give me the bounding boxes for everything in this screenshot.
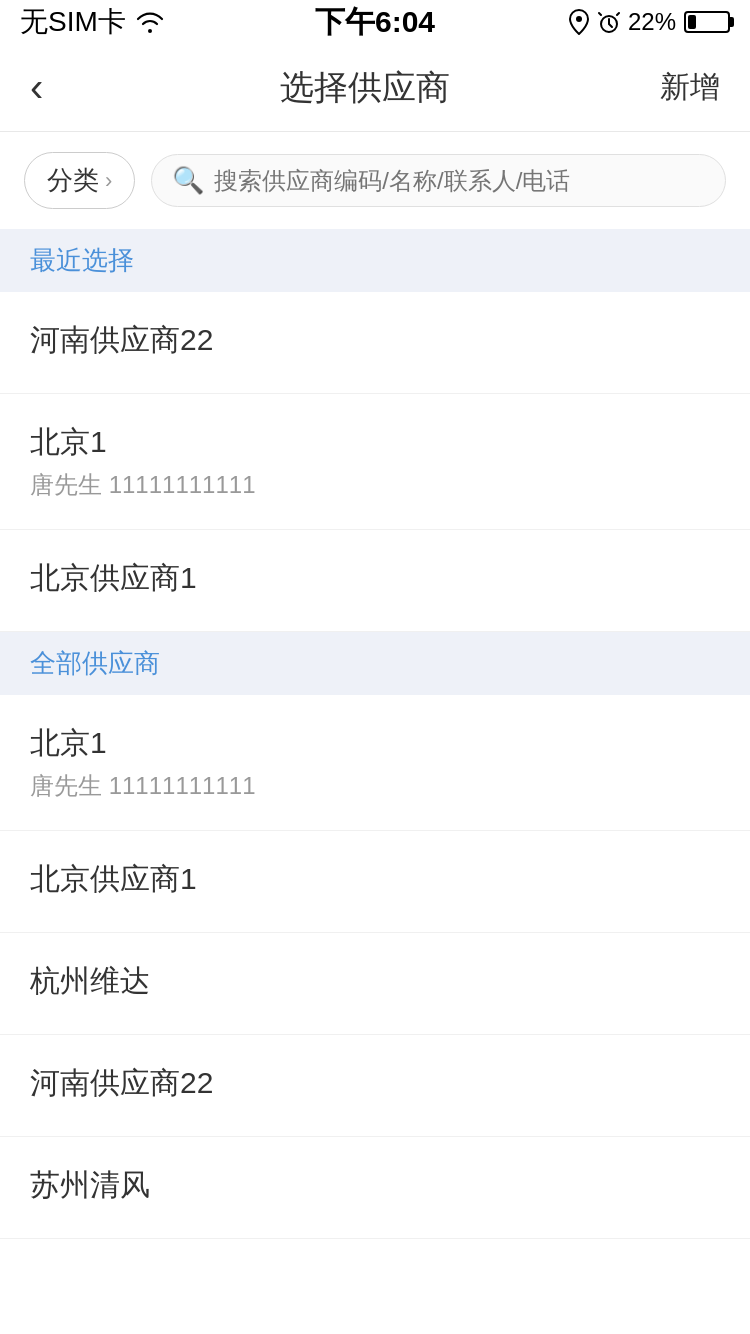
list-item[interactable]: 北京1 唐先生 11111111111	[0, 394, 750, 530]
page-title: 选择供应商	[280, 65, 450, 111]
category-button[interactable]: 分类 ›	[24, 152, 135, 209]
wifi-icon	[136, 11, 164, 33]
item-name: 北京供应商1	[30, 859, 720, 900]
new-button[interactable]: 新增	[640, 67, 720, 108]
search-icon: 🔍	[172, 165, 204, 196]
item-name: 河南供应商22	[30, 1063, 720, 1104]
item-name: 北京供应商1	[30, 558, 720, 599]
svg-point-0	[576, 16, 582, 22]
list-item[interactable]: 苏州清风	[0, 1137, 750, 1239]
category-label: 分类	[47, 163, 99, 198]
location-icon	[568, 9, 590, 35]
item-name: 苏州清风	[30, 1165, 720, 1206]
list-item[interactable]: 北京1 唐先生 11111111111	[0, 695, 750, 831]
item-name: 北京1	[30, 422, 720, 463]
search-input[interactable]	[214, 167, 705, 195]
chevron-icon: ›	[105, 168, 112, 194]
back-button[interactable]: ‹	[30, 65, 90, 110]
list-item[interactable]: 杭州维达	[0, 933, 750, 1035]
recent-section-header: 最近选择	[0, 229, 750, 292]
item-sub: 唐先生 11111111111	[30, 770, 720, 802]
list-item[interactable]: 河南供应商22	[0, 1035, 750, 1137]
recent-list: 河南供应商22 北京1 唐先生 11111111111 北京供应商1	[0, 292, 750, 632]
item-name: 杭州维达	[30, 961, 720, 1002]
recent-label: 最近选择	[30, 245, 134, 275]
alarm-icon	[598, 10, 620, 34]
list-item[interactable]: 北京供应商1	[0, 530, 750, 632]
list-item[interactable]: 河南供应商22	[0, 292, 750, 394]
battery-percent: 22%	[628, 8, 676, 36]
item-name: 河南供应商22	[30, 320, 720, 361]
all-section-header: 全部供应商	[0, 632, 750, 695]
nav-bar: ‹ 选择供应商 新增	[0, 44, 750, 132]
all-list: 北京1 唐先生 11111111111 北京供应商1 杭州维达 河南供应商22 …	[0, 695, 750, 1239]
search-box[interactable]: 🔍	[151, 154, 726, 207]
item-sub: 唐先生 11111111111	[30, 469, 720, 501]
item-name: 北京1	[30, 723, 720, 764]
status-time: 下午6:04	[315, 2, 435, 43]
status-bar: 无SIM卡 下午6:04 22%	[0, 0, 750, 44]
status-carrier: 无SIM卡	[20, 3, 164, 41]
all-label: 全部供应商	[30, 648, 160, 678]
status-right: 22%	[568, 8, 730, 36]
filter-row: 分类 › 🔍	[0, 132, 750, 229]
battery-icon	[684, 11, 730, 33]
list-item[interactable]: 北京供应商1	[0, 831, 750, 933]
